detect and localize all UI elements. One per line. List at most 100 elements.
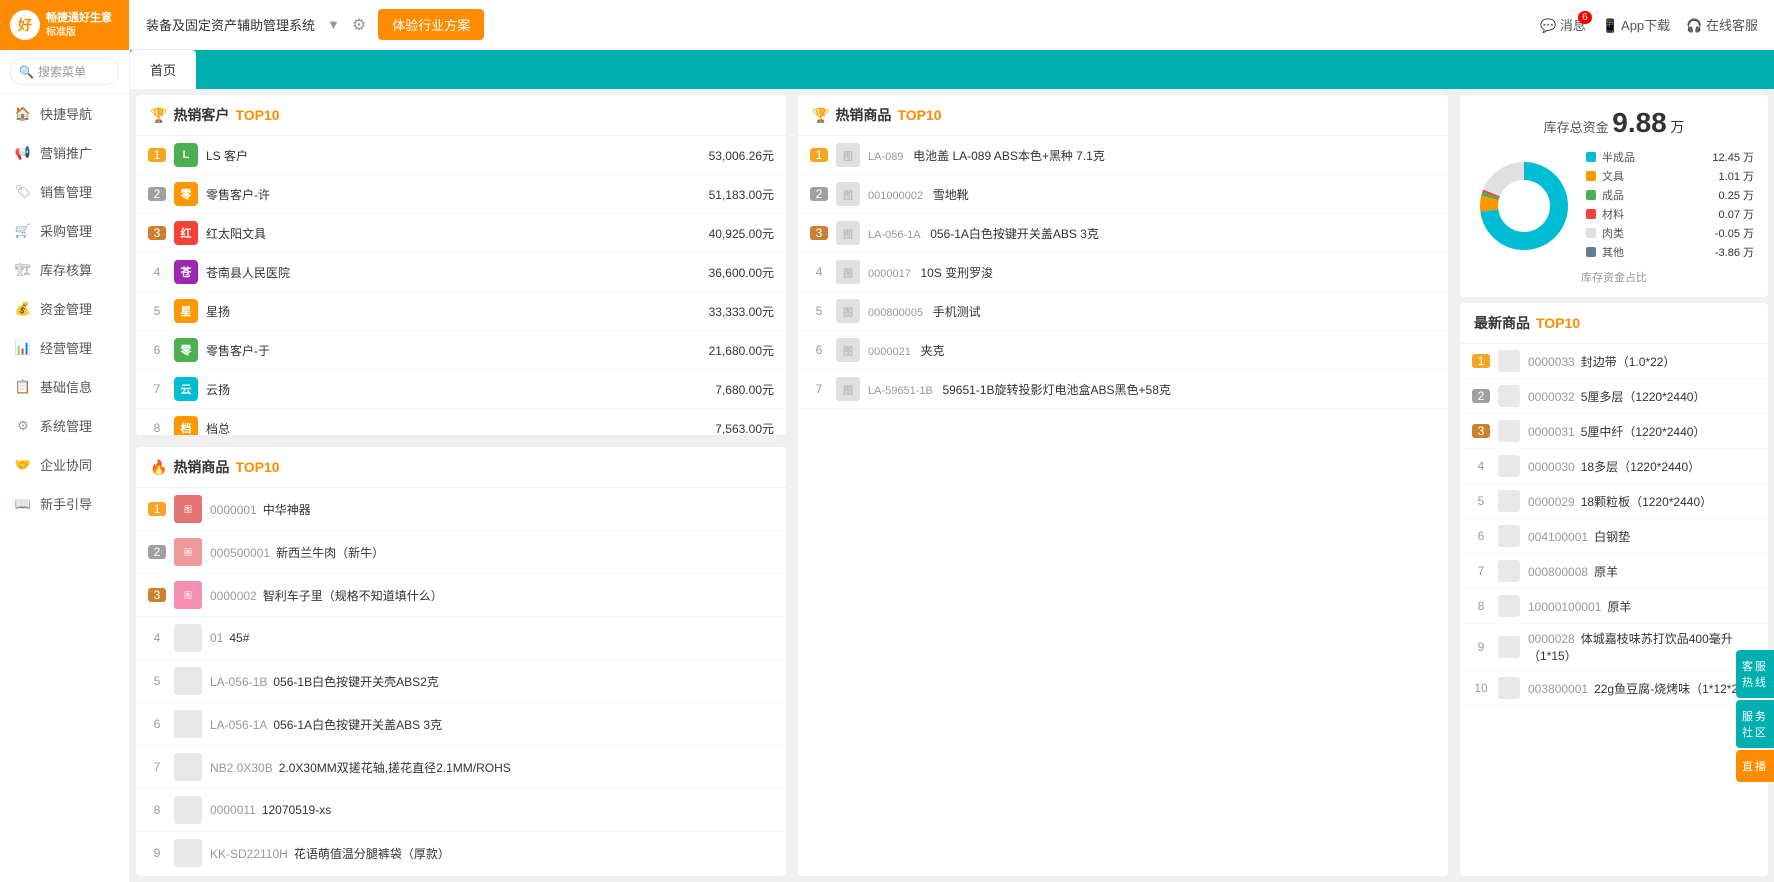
list-item: 5 图 000800005 手机测试 <box>798 292 1448 331</box>
home-icon: 🏠 <box>14 106 32 122</box>
product-image: 图 <box>836 260 860 284</box>
product-image: 图 <box>836 299 860 323</box>
product-image: 图 <box>836 143 860 167</box>
list-item: 1 图 0000001中华神器 <box>136 488 786 531</box>
sidebar-item-marketing[interactable]: 📢 营销推广 <box>0 133 129 172</box>
purchase-icon: 🛒 <box>14 223 32 239</box>
product-image <box>1498 636 1520 658</box>
product-image: 图 <box>836 221 860 245</box>
finance-icon: 💰 <box>14 301 32 317</box>
product-image: 图 <box>174 495 202 523</box>
online-service-link[interactable]: 🎧 在线客服 <box>1686 15 1758 34</box>
legend-dot <box>1586 247 1596 257</box>
table-row: 7 云 云扬 7,680.00元 <box>136 370 786 409</box>
operations-icon: 📊 <box>14 340 32 356</box>
service-icon: 🎧 <box>1686 18 1702 33</box>
legend-item: 其他 -3.86 万 <box>1586 244 1754 260</box>
product-image <box>174 710 202 738</box>
product-image <box>1498 455 1520 477</box>
product-image: 图 <box>836 377 860 401</box>
product-image: 图 <box>174 538 202 566</box>
app-download-link[interactable]: 📱 App下载 <box>1602 15 1670 34</box>
top-products-mid-panel: 🏆 热销商品 TOP10 1 图 LA-089 电池盖 LA-089 ABS本色… <box>798 95 1448 876</box>
trophy-icon: 🏆 <box>150 107 167 124</box>
list-item: 2 图 001000002 雪地靴 <box>798 175 1448 214</box>
guide-icon: 📖 <box>14 496 32 512</box>
avatar: 档 <box>174 416 198 435</box>
product-image: 图 <box>836 182 860 206</box>
sidebar-item-finance[interactable]: 💰 资金管理 <box>0 289 129 328</box>
top-customers-list: 1 L LS 客户 53,006.26元 2 零 零售客户-许 51,183.0… <box>136 136 786 435</box>
legend-item: 成品 0.25 万 <box>1586 187 1754 203</box>
sidebar-item-purchase[interactable]: 🛒 采购管理 <box>0 211 129 250</box>
product-image <box>174 667 202 695</box>
legend-item: 半成品 12.45 万 <box>1586 149 1754 165</box>
sidebar-item-operations[interactable]: 📊 经营管理 <box>0 328 129 367</box>
product-image <box>1498 525 1520 547</box>
inventory-panel: 库存总资金 9.88 万 <box>1460 95 1768 297</box>
list-item: 9 0000028体城嘉枝味苏打饮品400毫升（1*15） <box>1460 624 1768 671</box>
avatar: 零 <box>174 182 198 206</box>
customer-service-button[interactable]: 客服热线 <box>1736 650 1774 698</box>
topbar-right: 💬 消息 6 📱 App下载 🎧 在线客服 <box>1540 15 1758 34</box>
sidebar-item-guide[interactable]: 📖 新手引导 <box>0 484 129 523</box>
legend-dot <box>1586 190 1596 200</box>
tab-home[interactable]: 首页 <box>130 50 196 89</box>
avatar: 苍 <box>174 260 198 284</box>
list-item: 2 00000325厘多层（1220*2440） <box>1460 379 1768 414</box>
inventory-icon: 🏗 <box>14 262 32 278</box>
logo-text: 畅捷通好生意 标准版 <box>46 11 112 38</box>
hot-products-list: 1 图 0000001中华神器 2 图 000500001新西兰牛肉（新牛） 3… <box>136 488 786 876</box>
list-item: 8 10000100001原羊 <box>1460 589 1768 624</box>
list-item: 1 图 LA-089 电池盖 LA-089 ABS本色+黑种 7.1克 <box>798 136 1448 175</box>
list-item: 3 图 LA-056-1A 056-1A白色按键开关盖ABS 3克 <box>798 214 1448 253</box>
avatar: 星 <box>174 299 198 323</box>
legend-item: 肉类 -0.05 万 <box>1586 225 1754 241</box>
legend-dot <box>1586 228 1596 238</box>
top-customers-header: 🏆 热销客户 TOP10 <box>136 95 786 136</box>
product-image <box>1498 595 1520 617</box>
service-community-button[interactable]: 服务社区 <box>1736 700 1774 748</box>
system-title: 装备及固定资产辅助管理系统 <box>146 15 315 34</box>
list-item: 7 图 LA-59651-1B 59651-1B旋转投影灯电池盒ABS黑色+58… <box>798 370 1448 409</box>
live-broadcast-button[interactable]: 直播 <box>1736 750 1774 782</box>
sidebar-item-inventory[interactable]: 🏗 库存核算 <box>0 250 129 289</box>
table-row: 3 红 红太阳文具 40,925.00元 <box>136 214 786 253</box>
sidebar-item-collab[interactable]: 🤝 企业协同 <box>0 445 129 484</box>
message-icon: 💬 <box>1540 18 1556 33</box>
sidebar-item-system[interactable]: ⚙ 系统管理 <box>0 406 129 445</box>
list-item: 5 000002918颗粒板（1220*2440） <box>1460 484 1768 519</box>
topbar: 装备及固定资产辅助管理系统 ▼ ⚙ 体验行业方案 💬 消息 6 📱 App下载 … <box>130 0 1774 50</box>
list-item: 7 NB2.0X30B2.0X30MM双搓花轴,搓花直径2.1MM/ROHS <box>136 746 786 789</box>
page-tabs: 首页 <box>130 50 1774 89</box>
sidebar-item-basic-info[interactable]: 📋 基础信息 <box>0 367 129 406</box>
table-row: 8 档 档总 7,563.00元 <box>136 409 786 435</box>
product-image <box>174 839 202 867</box>
avatar: 云 <box>174 377 198 401</box>
trophy-icon-mid: 🏆 <box>812 107 829 124</box>
hot-products-panel: 🔥 热销商品 TOP10 1 图 0000001中华神器 2 图 0005000… <box>136 447 786 876</box>
sidebar-nav: 🏠 快捷导航 📢 营销推广 🏷 销售管理 🛒 采购管理 🏗 库存核算 💰 资金管… <box>0 94 129 882</box>
sidebar-item-home[interactable]: 🏠 快捷导航 <box>0 94 129 133</box>
list-item: 6 图 0000021 夹克 <box>798 331 1448 370</box>
messages-button[interactable]: 💬 消息 6 <box>1540 15 1586 34</box>
list-item: 10 00380000122g鱼豆腐-烧烤味（1*12*20） <box>1460 671 1768 706</box>
left-column: 🏆 热销客户 TOP10 1 L LS 客户 53,006.26元 2 零 零售… <box>130 89 792 882</box>
sidebar-item-sales[interactable]: 🏷 销售管理 <box>0 172 129 211</box>
legend-item: 文具 1.01 万 <box>1586 168 1754 184</box>
legend-dot <box>1586 152 1596 162</box>
product-image <box>1498 677 1520 699</box>
dropdown-arrow-icon[interactable]: ▼ <box>327 17 340 32</box>
mid-column: 🏆 热销商品 TOP10 1 图 LA-089 电池盖 LA-089 ABS本色… <box>792 89 1454 882</box>
settings-icon[interactable]: ⚙ <box>352 15 366 35</box>
table-row: 6 零 零售客户-于 21,680.00元 <box>136 331 786 370</box>
sidebar: 好 畅捷通好生意 标准版 🔍 搜索菜单 🏠 快捷导航 📢 营销推广 🏷 销售管理… <box>0 0 130 882</box>
top-products-mid-list: 1 图 LA-089 电池盖 LA-089 ABS本色+黑种 7.1克 2 图 … <box>798 136 1448 876</box>
search-menu-button[interactable]: 🔍 搜索菜单 <box>10 58 119 85</box>
inventory-total: 库存总资金 9.88 万 <box>1474 107 1754 139</box>
experience-button[interactable]: 体验行业方案 <box>378 9 484 40</box>
main-area: 装备及固定资产辅助管理系统 ▼ ⚙ 体验行业方案 💬 消息 6 📱 App下载 … <box>130 0 1774 882</box>
logo-icon: 好 <box>10 10 40 40</box>
legend-item: 材料 0.07 万 <box>1586 206 1754 222</box>
list-item: 2 图 000500001新西兰牛肉（新牛） <box>136 531 786 574</box>
